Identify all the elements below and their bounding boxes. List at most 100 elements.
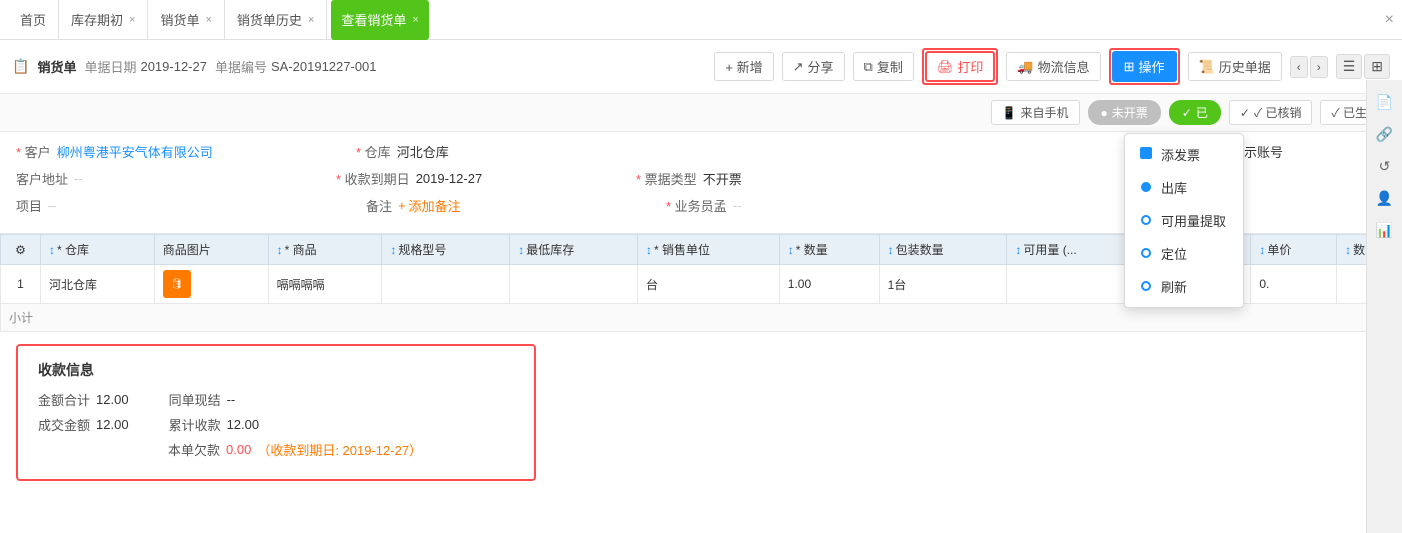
sold-status-button[interactable]: ✓ ✓ 已核销: [1229, 100, 1313, 125]
row-qty: 1.00: [779, 265, 879, 304]
view-icons: ☰ ⊞: [1336, 54, 1390, 79]
tab-sales-history-close[interactable]: ×: [308, 14, 314, 26]
doc-name: 销货单: [37, 57, 76, 76]
locate-label: 定位: [1161, 244, 1187, 263]
copy-button[interactable]: ⧉ 复制: [853, 52, 914, 81]
due-note: （收款到期日: 2019-12-27）: [257, 440, 422, 459]
mobile-button[interactable]: 📱 来自手机: [991, 100, 1080, 125]
col-product: ↕* 商品: [268, 235, 382, 265]
tab-bar: 首页 库存期初 × 销货单 × 销货单历史 × 查看销货单 × ×: [0, 0, 1402, 40]
sold-icon: ✓: [1240, 106, 1250, 120]
row-price: 0.: [1251, 265, 1337, 304]
tab-inventory[interactable]: 库存期初 ×: [59, 0, 148, 40]
tab-view-sales-label: 查看销货单: [341, 10, 406, 29]
add-invoice-label: 添发票: [1161, 145, 1200, 164]
window-close-button[interactable]: ×: [1385, 11, 1394, 29]
right-sidebar: 📄 🔗 ↺ 👤 📊 ⛶: [1366, 80, 1402, 533]
tab-sales[interactable]: 销货单 ×: [148, 0, 224, 40]
tab-sales-history[interactable]: 销货单历史 ×: [225, 0, 327, 40]
note-field: 备注 + 添加备注: [366, 196, 566, 215]
ops-button[interactable]: ⊞ 操作: [1112, 51, 1177, 82]
copy-icon: ⧉: [864, 59, 873, 75]
list-view-button[interactable]: ☰: [1336, 54, 1363, 79]
ops-highlight-box: ⊞ 操作: [1109, 48, 1180, 85]
plus-icon: +: [398, 198, 406, 213]
payment-row-2: 成交金额 12.00 累计收款 12.00: [38, 415, 514, 434]
project-value: --: [48, 198, 57, 213]
sidebar-link-icon[interactable]: 🔗: [1371, 120, 1399, 148]
share-button[interactable]: ↗ 分享: [782, 52, 845, 81]
available-extract-label: 可用量提取: [1161, 211, 1226, 230]
add-button[interactable]: + 新增: [714, 52, 773, 81]
tab-view-sales-close[interactable]: ×: [412, 14, 418, 26]
tab-sales-history-label: 销货单历史: [237, 10, 302, 29]
col-price: ↕单价: [1251, 235, 1337, 265]
tab-sales-close[interactable]: ×: [205, 14, 211, 26]
row-warehouse: 河北仓库: [41, 265, 155, 304]
menu-add-invoice[interactable]: 添发票: [1125, 138, 1243, 171]
history-icon: 📜: [1199, 59, 1215, 75]
prev-button[interactable]: ‹: [1290, 56, 1308, 78]
sidebar-user-icon[interactable]: 👤: [1371, 184, 1399, 212]
col-settings: ⚙: [1, 235, 41, 265]
refresh-icon: [1139, 279, 1153, 294]
row-num: 1: [1, 265, 41, 304]
total-amount-value: 12.00: [96, 392, 129, 407]
history-button[interactable]: 📜 历史单据: [1188, 52, 1282, 81]
tab-inventory-close[interactable]: ×: [129, 14, 135, 26]
menu-locate[interactable]: 定位: [1125, 237, 1243, 270]
sales-staff-label: 业务员孟: [666, 196, 727, 215]
sidebar-doc-icon[interactable]: 📄: [1371, 88, 1399, 116]
same-order-item: 同单现结 --: [169, 390, 236, 409]
warehouse-value: 河北仓库: [397, 142, 449, 161]
mobile-icon: 📱: [1002, 106, 1017, 120]
menu-available-extract[interactable]: 可用量提取: [1125, 204, 1243, 237]
menu-refresh[interactable]: 刷新: [1125, 270, 1243, 303]
ops-dropdown-menu: 添发票 出库 可用量提取 定位: [1124, 133, 1244, 308]
check-button[interactable]: ✓ 已: [1169, 100, 1221, 125]
warehouse-label: 仓库: [356, 142, 391, 161]
logistics-button[interactable]: 🚚 物流信息: [1006, 52, 1100, 81]
deal-amount-item: 成交金额 12.00: [38, 415, 129, 434]
date-label: 单据日期: [84, 57, 136, 76]
truck-icon: 🚚: [1017, 59, 1033, 75]
outbound-label: 出库: [1161, 178, 1187, 197]
available-extract-icon: [1139, 213, 1153, 228]
number-value: SA-20191227-001: [271, 59, 377, 74]
customer-field: 客户 柳州粤港平安气体有限公司: [16, 142, 216, 161]
col-img: 商品图片: [154, 235, 268, 265]
tab-home-label: 首页: [20, 10, 46, 29]
menu-outbound[interactable]: 出库: [1125, 171, 1243, 204]
refresh-label: 刷新: [1161, 277, 1187, 296]
payment-date-label: 收款到期日: [336, 169, 410, 188]
main-content: 📋 销货单 单据日期 2019-12-27 单据编号 SA-20191227-0…: [0, 40, 1402, 533]
tab-view-sales[interactable]: 查看销货单 ×: [331, 0, 428, 40]
print-button[interactable]: 🖨 打印: [925, 51, 996, 82]
next-button[interactable]: ›: [1310, 56, 1328, 78]
tab-home[interactable]: 首页: [8, 0, 59, 40]
doc-actions: + 新增 ↗ 分享 ⧉ 复制 🖨 打印 🚚 物流信息: [714, 48, 1390, 85]
address-field: 客户地址 --: [16, 169, 216, 188]
grid-view-button[interactable]: ⊞: [1364, 54, 1390, 79]
print-highlight-box: 🖨 打印: [922, 48, 999, 85]
note-label: 备注: [366, 196, 392, 215]
doc-icon: 📋: [12, 58, 29, 75]
row-spec: [382, 265, 510, 304]
row-unit: 台: [637, 265, 779, 304]
add-note-button[interactable]: + 添加备注: [398, 196, 461, 215]
deal-amount-label: 成交金额: [38, 415, 90, 434]
nav-arrows: ‹ ›: [1290, 56, 1328, 78]
tab-sales-label: 销货单: [160, 10, 199, 29]
outbound-icon: [1139, 180, 1153, 195]
not-open-button[interactable]: ● 未开票: [1088, 100, 1161, 125]
customer-value[interactable]: 柳州粤港平安气体有限公司: [57, 142, 213, 161]
sidebar-chart-icon[interactable]: 📊: [1371, 216, 1399, 244]
sales-staff-value: --: [733, 198, 742, 213]
cumulative-value: 12.00: [227, 417, 260, 432]
row-product: 嗝嗝嗝嗝: [268, 265, 382, 304]
secondary-toolbar: 📱 来自手机 ● 未开票 ✓ 已 ✓ ✓ 已核销 ✓ 已生效: [0, 94, 1402, 132]
payment-row-3: 本单欠款 0.00 （收款到期日: 2019-12-27）: [38, 440, 514, 459]
bottom-section: 收款信息 金额合计 12.00 同单现结 -- 成交金额 12.00: [0, 332, 1402, 493]
sidebar-refresh-icon[interactable]: ↺: [1371, 152, 1399, 180]
locate-icon: [1139, 246, 1153, 261]
